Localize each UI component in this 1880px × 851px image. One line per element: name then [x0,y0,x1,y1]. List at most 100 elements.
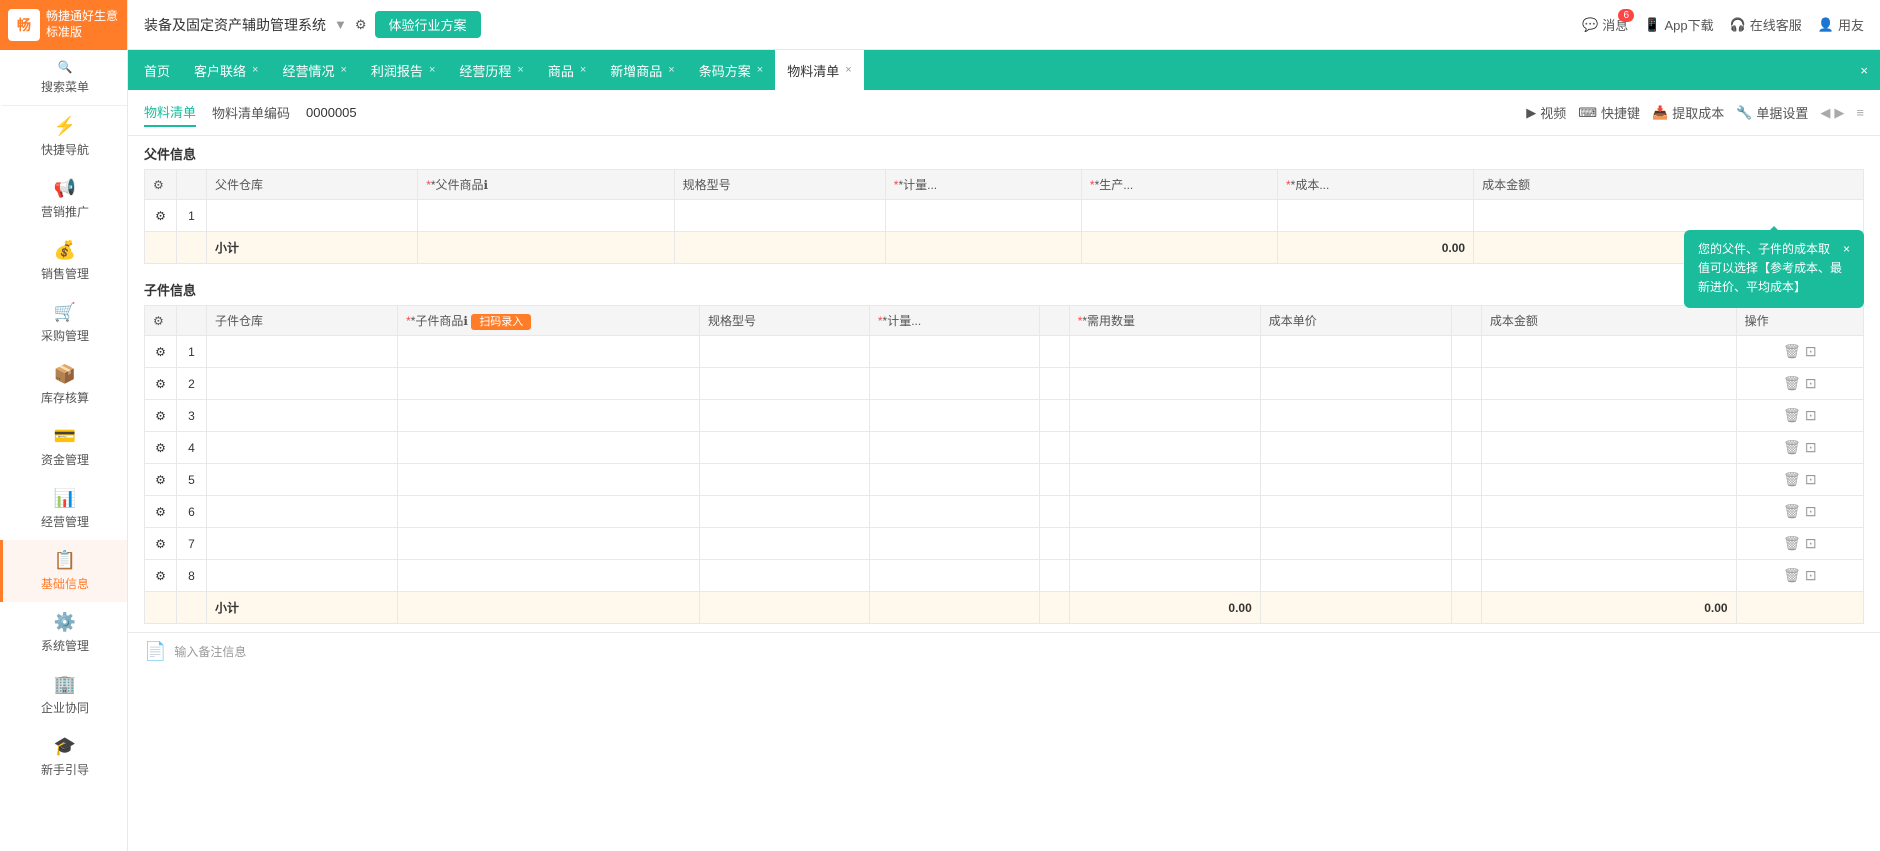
tab-home[interactable]: 首页 [132,50,182,90]
child-row-5-warehouse[interactable] [207,464,398,496]
tab-goods[interactable]: 商品 × [536,50,598,90]
scan-btn[interactable]: 扫码录入 [471,314,531,330]
sidebar-item-purchase[interactable]: 🛒 采购管理 [0,292,127,354]
parent-row-1-unit[interactable] [885,200,1081,232]
tab-bom[interactable]: 物料清单 × [775,50,863,90]
close-operations-tab[interactable]: × [340,64,346,76]
message-btn[interactable]: 💬 消息 6 [1582,15,1628,34]
delete-icon-6[interactable]: 🗑 [1783,503,1801,520]
view-btn[interactable]: ▶ 视频 [1526,103,1566,122]
experience-btn[interactable]: 体验行业方案 [375,11,481,38]
child-row-3-unit[interactable] [869,400,1039,432]
child-row-6-settings[interactable]: ⚙ [145,496,177,528]
child-row-3-qty[interactable] [1069,400,1260,432]
app-download-btn[interactable]: 📱 App下载 [1644,15,1713,34]
sidebar-item-basic-info[interactable]: 📋 基础信息 [0,540,127,602]
child-row-1-settings[interactable]: ⚙ [145,336,177,368]
delete-icon-5[interactable]: 🗑 [1783,471,1801,488]
sidebar-item-inventory[interactable]: 📦 库存核算 [0,354,127,416]
copy-icon-8[interactable]: ⊡ [1805,567,1817,584]
child-row-2-unit-cost[interactable] [1260,368,1451,400]
child-row-1-amount[interactable] [1481,336,1736,368]
child-row-8-unit-cost[interactable] [1260,560,1451,592]
sidebar-item-quick-nav[interactable]: ⚡ 快捷导航 [0,106,127,168]
online-service-btn[interactable]: 🎧 在线客服 [1730,15,1802,34]
tab-barcode[interactable]: 条码方案 × [687,50,775,90]
child-row-2-qty[interactable] [1069,368,1260,400]
parent-row-1-goods[interactable] [418,200,674,232]
tooltip-close-btn[interactable]: × [1843,240,1850,259]
shortcut-btn[interactable]: ⌨ 快捷键 [1578,103,1640,122]
child-row-1-unit-cost[interactable] [1260,336,1451,368]
child-row-4-unit-cost[interactable] [1260,432,1451,464]
child-row-3-unit-cost[interactable] [1260,400,1451,432]
child-row-7-unit[interactable] [869,528,1039,560]
child-row-4-settings[interactable]: ⚙ [145,432,177,464]
close-customer-tab[interactable]: × [252,64,258,76]
copy-icon-5[interactable]: ⊡ [1805,471,1817,488]
grid-view-btn[interactable]: ≡ [1856,105,1864,120]
child-row-4-goods[interactable] [398,432,700,464]
delete-icon-4[interactable]: 🗑 [1783,439,1801,456]
close-all-tabs[interactable]: × [1852,63,1876,78]
close-goods-tab[interactable]: × [580,64,586,76]
sub-tab-bom[interactable]: 物料清单 [144,98,196,127]
sub-tab-bom-code[interactable]: 物料清单编码 [212,99,290,126]
child-row-6-unit-cost[interactable] [1260,496,1451,528]
parent-row-1-spec[interactable] [674,200,885,232]
close-barcode-tab[interactable]: × [757,64,763,76]
child-row-7-warehouse[interactable] [207,528,398,560]
child-row-4-warehouse[interactable] [207,432,398,464]
child-row-4-unit[interactable] [869,432,1039,464]
child-row-8-unit[interactable] [869,560,1039,592]
child-row-1-warehouse[interactable] [207,336,398,368]
child-row-7-qty[interactable] [1069,528,1260,560]
child-row-8-spec[interactable] [700,560,870,592]
sidebar-item-marketing[interactable]: 📢 营销推广 [0,168,127,230]
child-row-4-spec[interactable] [700,432,870,464]
sidebar-item-system[interactable]: ⚙️ 系统管理 [0,602,127,664]
child-row-8-qty[interactable] [1069,560,1260,592]
prev-btn[interactable]: ◀ [1820,105,1830,121]
child-row-7-goods[interactable] [398,528,700,560]
child-row-7-amount[interactable] [1481,528,1736,560]
child-row-1-qty[interactable] [1069,336,1260,368]
child-row-3-settings[interactable]: ⚙ [145,400,177,432]
extract-cost-btn[interactable]: 📥 提取成本 [1652,103,1724,122]
sidebar-item-operations[interactable]: 📊 经营管理 [0,478,127,540]
child-row-8-amount[interactable] [1481,560,1736,592]
parent-row-1-cost-amount[interactable] [1474,200,1864,232]
child-row-5-spec[interactable] [700,464,870,496]
child-row-8-goods[interactable] [398,560,700,592]
child-row-2-amount[interactable] [1481,368,1736,400]
child-row-8-settings[interactable]: ⚙ [145,560,177,592]
delete-icon-1[interactable]: 🗑 [1783,343,1801,360]
child-row-5-settings[interactable]: ⚙ [145,464,177,496]
child-row-6-amount[interactable] [1481,496,1736,528]
delete-icon-2[interactable]: 🗑 [1783,375,1801,392]
copy-icon-2[interactable]: ⊡ [1805,375,1817,392]
child-row-2-settings[interactable]: ⚙ [145,368,177,400]
close-profit-tab[interactable]: × [429,64,435,76]
child-row-7-spec[interactable] [700,528,870,560]
child-row-3-spec[interactable] [700,400,870,432]
child-row-6-qty[interactable] [1069,496,1260,528]
single-settings-btn[interactable]: 🔧 单据设置 [1736,103,1808,122]
child-row-6-warehouse[interactable] [207,496,398,528]
child-row-3-amount[interactable] [1481,400,1736,432]
child-row-5-amount[interactable] [1481,464,1736,496]
parent-row-1-prod[interactable] [1081,200,1277,232]
child-row-7-unit-cost[interactable] [1260,528,1451,560]
child-row-6-unit[interactable] [869,496,1039,528]
sidebar-item-enterprise[interactable]: 🏢 企业协同 [0,664,127,726]
child-row-2-goods[interactable] [398,368,700,400]
child-row-8-warehouse[interactable] [207,560,398,592]
delete-icon-3[interactable]: 🗑 [1783,407,1801,424]
child-row-2-warehouse[interactable] [207,368,398,400]
copy-icon-7[interactable]: ⊡ [1805,535,1817,552]
close-new-goods-tab[interactable]: × [668,64,674,76]
child-row-5-unit-cost[interactable] [1260,464,1451,496]
copy-icon-4[interactable]: ⊡ [1805,439,1817,456]
child-row-7-settings[interactable]: ⚙ [145,528,177,560]
sidebar-item-guide[interactable]: 🎓 新手引导 [0,726,127,788]
